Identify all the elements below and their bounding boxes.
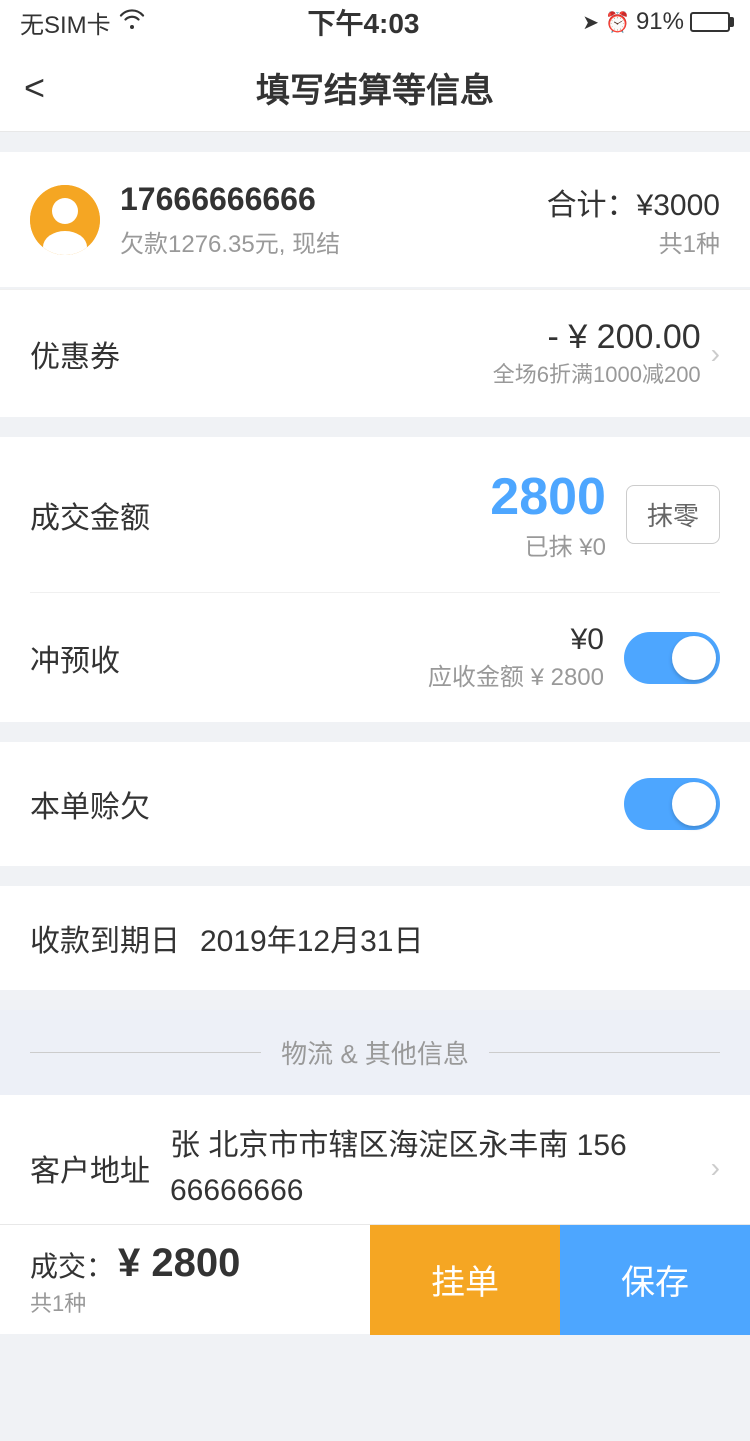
coupon-desc: 全场6折满1000减200 — [493, 357, 701, 389]
debt-toggle-knob — [672, 782, 716, 826]
deal-amount-right: 2800 已抹 ¥0 抹零 — [490, 467, 720, 562]
status-left: 无SIM卡 — [20, 5, 145, 40]
battery-icon — [690, 12, 730, 32]
deal-amount-row: 成交金额 2800 已抹 ¥0 抹零 — [30, 437, 720, 593]
back-button[interactable]: < — [24, 67, 45, 109]
coupon-info: - ¥ 200.00 全场6折满1000减200 — [493, 318, 701, 389]
location-icon: ➤ — [582, 10, 599, 35]
customer-card: 17666666666 欠款1276.35元, 现结 合计：¥3000 共1种 — [0, 152, 750, 287]
prepay-amount: ¥0 — [428, 623, 604, 657]
logistics-line-left — [30, 1052, 261, 1053]
chevron-right-icon: › — [711, 338, 720, 370]
wifi-icon — [119, 8, 145, 36]
coupon-label: 优惠券 — [30, 332, 120, 376]
address-value: 张 北京市市辖区海淀区永丰南 156 66666666 — [170, 1123, 711, 1213]
prepay-amount-col: ¥0 应收金额 ¥ 2800 — [428, 623, 604, 692]
customer-phone: 17666666666 — [120, 181, 340, 218]
deal-amount-value: 2800 — [490, 467, 606, 527]
alarm-icon: ⏰ — [605, 10, 630, 35]
total-count: 共1种 — [547, 224, 720, 259]
prepay-right: ¥0 应收金额 ¥ 2800 — [428, 623, 720, 692]
bottom-summary-amount: ¥ 2800 — [118, 1241, 240, 1286]
separator-1 — [0, 417, 750, 437]
deal-amount-col: 2800 已抹 ¥0 — [490, 467, 606, 562]
address-label: 客户地址 — [30, 1146, 150, 1190]
separator-2 — [0, 722, 750, 742]
logistics-section: 物流 & 其他信息 — [0, 1010, 750, 1095]
separator-4 — [0, 990, 750, 1010]
customer-left: 17666666666 欠款1276.35元, 现结 — [30, 181, 340, 259]
receivable-amount: 应收金额 ¥ 2800 — [428, 657, 604, 692]
coupon-value: - ¥ 200.00 — [493, 318, 701, 357]
deal-amount-section: 成交金额 2800 已抹 ¥0 抹零 冲预收 ¥0 应收金额 ¥ 2800 — [0, 437, 750, 722]
debt-toggle[interactable] — [624, 778, 720, 830]
address-right: › — [711, 1152, 720, 1184]
prepay-label: 冲预收 — [30, 636, 120, 680]
customer-right: 合计：¥3000 共1种 — [547, 180, 720, 259]
logistics-line-right — [489, 1052, 720, 1053]
bottom-summary-label: 成交： — [30, 1245, 114, 1285]
address-section[interactable]: 客户地址 张 北京市市辖区海淀区永丰南 156 66666666 › — [0, 1095, 750, 1241]
coupon-right: - ¥ 200.00 全场6折满1000减200 › — [493, 318, 720, 389]
deal-amount-label: 成交金额 — [30, 493, 150, 537]
hang-button[interactable]: 挂单 — [370, 1225, 560, 1335]
due-date-section: 收款到期日 2019年12月31日 — [0, 886, 750, 990]
total-amount: 合计：¥3000 — [547, 180, 720, 224]
debt-section: 本单赊欠 — [0, 742, 750, 866]
round-zero-button[interactable]: 抹零 — [626, 485, 720, 544]
customer-info: 17666666666 欠款1276.35元, 现结 — [120, 181, 340, 259]
header: < 填写结算等信息 — [0, 44, 750, 132]
coupon-row[interactable]: 优惠券 - ¥ 200.00 全场6折满1000减200 › — [0, 289, 750, 417]
status-bar: 无SIM卡 下午4:03 ➤ ⏰ 91% — [0, 0, 750, 44]
status-right: ➤ ⏰ 91% — [582, 8, 730, 36]
bottom-summary-count: 共1种 — [30, 1286, 340, 1318]
due-date-value: 2019年12月31日 — [200, 916, 423, 960]
debt-label: 本单赊欠 — [30, 782, 150, 826]
battery-percent: 91% — [636, 8, 684, 36]
bottom-bar: 成交： ¥ 2800 共1种 挂单 保存 — [0, 1224, 750, 1334]
separator-3 — [0, 866, 750, 886]
status-time: 下午4:03 — [307, 2, 419, 42]
due-date-label: 收款到期日 — [30, 916, 180, 960]
toggle-knob — [672, 636, 716, 680]
prepay-toggle[interactable] — [624, 632, 720, 684]
already-zero: 已抹 ¥0 — [490, 527, 606, 562]
avatar — [30, 185, 100, 255]
page-title: 填写结算等信息 — [256, 63, 494, 112]
debt-row: 本单赊欠 — [0, 742, 750, 866]
customer-debt: 欠款1276.35元, 现结 — [120, 224, 340, 259]
bottom-summary: 成交： ¥ 2800 共1种 — [0, 1241, 370, 1318]
address-chevron-icon: › — [711, 1152, 720, 1184]
carrier-label: 无SIM卡 — [20, 5, 111, 40]
save-button[interactable]: 保存 — [560, 1225, 750, 1335]
logistics-text: 物流 & 其他信息 — [281, 1034, 469, 1071]
prepay-row: 冲预收 ¥0 应收金额 ¥ 2800 — [30, 593, 720, 722]
